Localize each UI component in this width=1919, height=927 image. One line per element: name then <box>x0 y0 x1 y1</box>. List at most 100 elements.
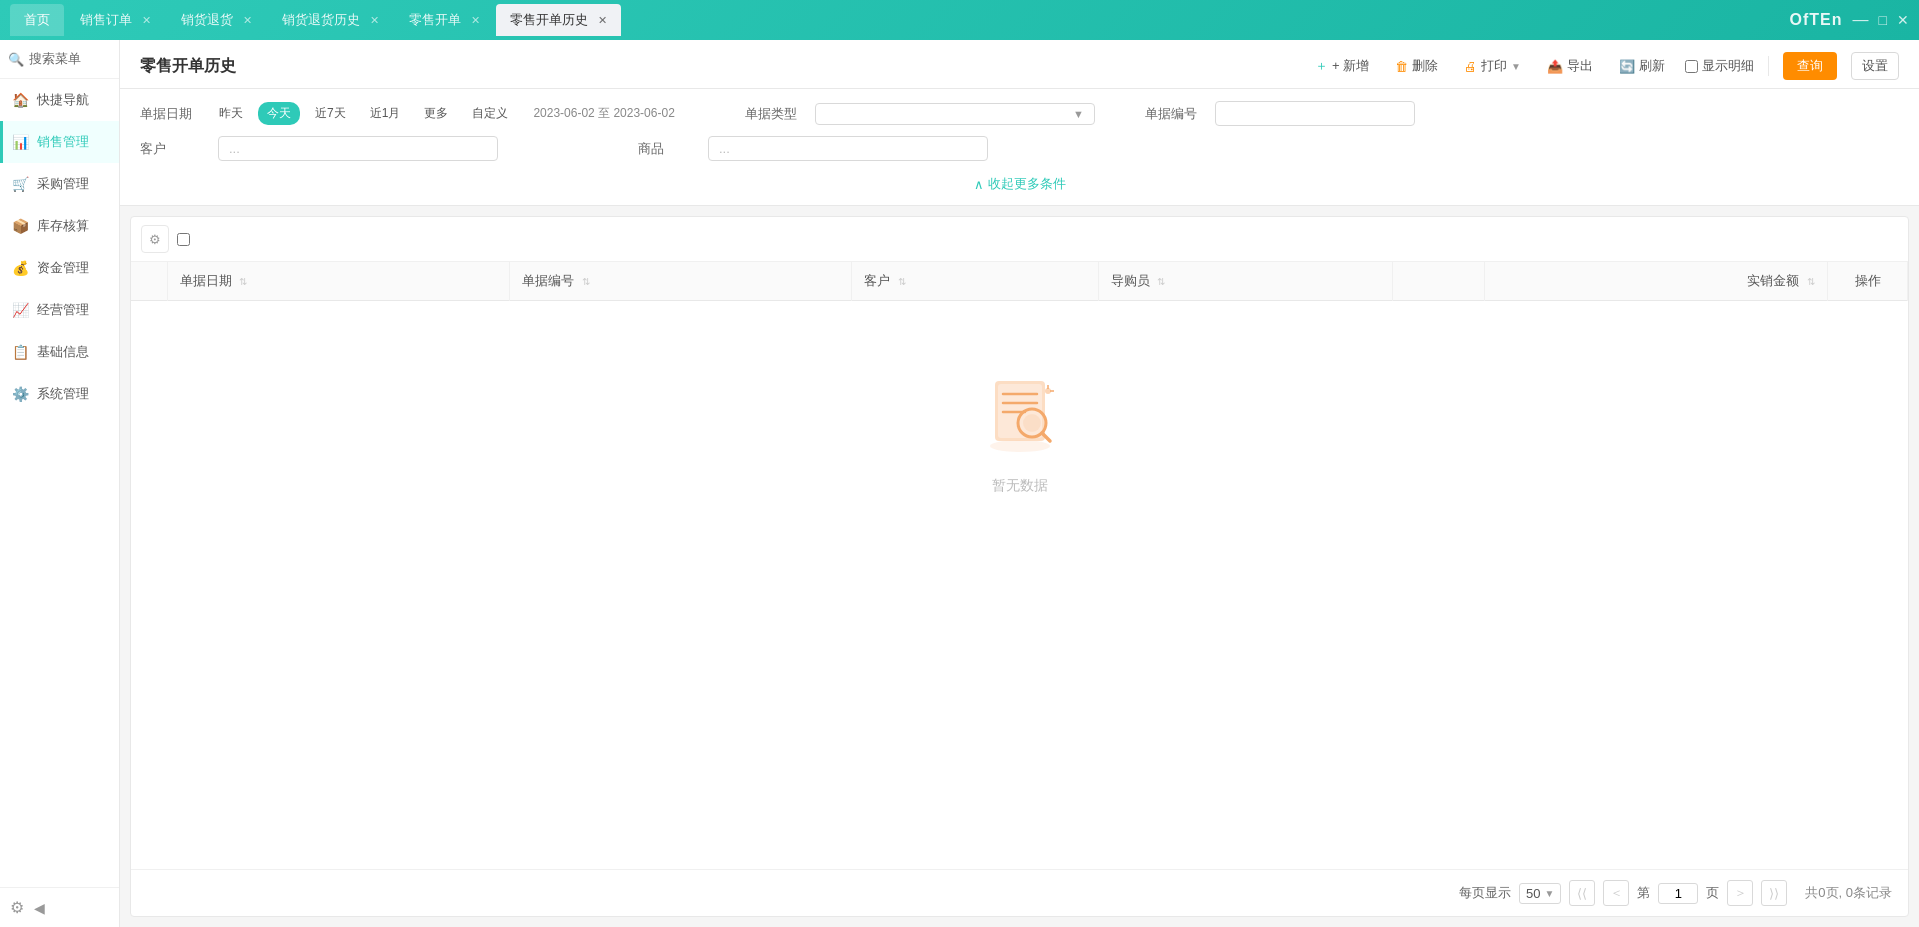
product-placeholder: ... <box>719 141 730 156</box>
sidebar-item-system[interactable]: ⚙️ 系统管理 <box>0 373 119 415</box>
close-icon[interactable]: ✕ <box>471 14 480 27</box>
sidebar-item-sales[interactable]: 📊 销售管理 <box>0 121 119 163</box>
show-detail-label: 显示明细 <box>1702 57 1754 75</box>
customer-placeholder: ... <box>229 141 240 156</box>
customer-select[interactable]: ... <box>218 136 498 161</box>
tab-sales-return-history-label: 销货退货历史 <box>282 11 360 29</box>
collapse-up-icon: ∧ <box>974 177 984 192</box>
sidebar-item-purchase-label: 采购管理 <box>37 175 89 193</box>
tab-retail-history[interactable]: 零售开单历史 ✕ <box>496 4 621 36</box>
collapse-button[interactable]: ∧ 收起更多条件 <box>974 175 1066 193</box>
top-bar: 首页 销售订单 ✕ 销货退货 ✕ 销货退货历史 ✕ 零售开单 ✕ 零售开单历史 … <box>0 0 1919 40</box>
finance-icon: 💰 <box>11 259 29 277</box>
date-btn-more[interactable]: 更多 <box>415 102 457 125</box>
th-date-label: 单据日期 <box>180 273 232 288</box>
sidebar-search[interactable]: 🔍 搜索菜单 <box>0 40 119 79</box>
date-btn-1month[interactable]: 近1月 <box>361 102 410 125</box>
select-all-checkbox[interactable] <box>177 233 190 246</box>
delete-button[interactable]: 🗑 删除 <box>1389 53 1444 79</box>
search-label: 搜索菜单 <box>29 50 81 68</box>
order-no-label: 单据编号 <box>1145 105 1205 123</box>
th-customer-label: 客户 <box>864 273 890 288</box>
window-controls: OfTEn — □ ✕ <box>1790 11 1909 29</box>
delete-icon: 🗑 <box>1395 59 1408 74</box>
close-button[interactable]: ✕ <box>1897 12 1909 28</box>
sales-icon: 📊 <box>11 133 29 151</box>
per-page-label: 每页显示 <box>1459 884 1511 902</box>
sort-icon-order-no: ⇅ <box>582 276 590 287</box>
query-button[interactable]: 查询 <box>1783 52 1837 80</box>
th-customer[interactable]: 客户 ⇅ <box>852 262 1098 301</box>
date-btn-7days[interactable]: 近7天 <box>306 102 355 125</box>
column-settings-button[interactable]: ⚙ <box>141 225 169 253</box>
sidebar-bottom: ⚙ ◀ <box>0 887 119 927</box>
sidebar: 🔍 搜索菜单 🏠 快捷导航 📊 销售管理 🛒 采购管理 📦 库存核算 💰 资金管… <box>0 40 120 927</box>
search-icon: 🔍 <box>8 52 24 67</box>
show-detail-checkbox[interactable]: 显示明细 <box>1685 57 1754 75</box>
sidebar-item-inventory[interactable]: 📦 库存核算 <box>0 205 119 247</box>
th-checkbox <box>131 262 167 301</box>
per-page-select[interactable]: 50 ▼ <box>1519 883 1561 904</box>
export-button[interactable]: 📤 导出 <box>1541 53 1599 79</box>
close-icon[interactable]: ✕ <box>142 14 151 27</box>
last-page-button[interactable]: ⟩⟩ <box>1761 880 1787 906</box>
date-btn-custom[interactable]: 自定义 <box>463 102 517 125</box>
sidebar-item-basic-info[interactable]: 📋 基础信息 <box>0 331 119 373</box>
close-icon[interactable]: ✕ <box>243 14 252 27</box>
order-no-input[interactable] <box>1215 101 1415 126</box>
tab-home[interactable]: 首页 <box>10 4 64 36</box>
sidebar-item-purchase[interactable]: 🛒 采购管理 <box>0 163 119 205</box>
print-icon: 🖨 <box>1464 59 1477 74</box>
page-header: 零售开单历史 ＋ + 新增 🗑 删除 🖨 打印 ▼ 📤 导出 <box>120 40 1919 89</box>
sidebar-item-quick-nav[interactable]: 🏠 快捷导航 <box>0 79 119 121</box>
collapse-label: 收起更多条件 <box>988 175 1066 193</box>
sidebar-collapse-icon[interactable]: ◀ <box>34 900 45 916</box>
th-salesperson[interactable]: 导购员 ⇅ <box>1098 262 1392 301</box>
tab-sales-return[interactable]: 销货退货 ✕ <box>167 4 266 36</box>
next-page-button[interactable]: ＞ <box>1727 880 1753 906</box>
th-real-amount[interactable]: 实销金额 ⇅ <box>1485 262 1828 301</box>
type-select[interactable]: ▼ <box>815 103 1095 125</box>
th-date[interactable]: 单据日期 ⇅ <box>167 262 509 301</box>
date-btn-yesterday[interactable]: 昨天 <box>210 102 252 125</box>
brand-name: OfTEn <box>1790 11 1843 29</box>
minimize-button[interactable]: — <box>1853 11 1869 29</box>
type-label: 单据类型 <box>745 105 805 123</box>
tab-retail-open[interactable]: 零售开单 ✕ <box>395 4 494 36</box>
data-table: 单据日期 ⇅ 单据编号 ⇅ 客户 ⇅ <box>131 262 1908 869</box>
refresh-button[interactable]: 🔄 刷新 <box>1613 53 1671 79</box>
new-button[interactable]: ＋ + 新增 <box>1309 53 1375 79</box>
svg-point-0 <box>990 440 1050 452</box>
close-icon[interactable]: ✕ <box>598 14 607 27</box>
records-table: 单据日期 ⇅ 单据编号 ⇅ 客户 ⇅ <box>131 262 1908 301</box>
th-order-no[interactable]: 单据编号 ⇅ <box>509 262 851 301</box>
print-label: 打印 <box>1481 57 1507 75</box>
sidebar-item-operations[interactable]: 📈 经营管理 <box>0 289 119 331</box>
maximize-button[interactable]: □ <box>1879 12 1887 28</box>
print-button[interactable]: 🖨 打印 ▼ <box>1458 53 1527 79</box>
tab-sales-order-label: 销售订单 <box>80 11 132 29</box>
settings-button[interactable]: 设置 <box>1851 52 1899 80</box>
purchase-icon: 🛒 <box>11 175 29 193</box>
date-range-display: 2023-06-02 至 2023-06-02 <box>533 105 674 122</box>
date-btn-today[interactable]: 今天 <box>258 102 300 125</box>
page-label: 页 <box>1706 884 1719 902</box>
first-page-button[interactable]: ⟨⟨ <box>1569 880 1595 906</box>
sort-icon-date: ⇅ <box>239 276 247 287</box>
sidebar-item-system-label: 系统管理 <box>37 385 89 403</box>
product-select[interactable]: ... <box>708 136 988 161</box>
sidebar-item-finance[interactable]: 💰 资金管理 <box>0 247 119 289</box>
date-label: 单据日期 <box>140 105 200 123</box>
system-icon: ⚙️ <box>11 385 29 403</box>
close-icon[interactable]: ✕ <box>370 14 379 27</box>
table-toolbar: ⚙ <box>131 217 1908 262</box>
tab-sales-order[interactable]: 销售订单 ✕ <box>66 4 165 36</box>
prev-page-button[interactable]: ＜ <box>1603 880 1629 906</box>
tab-bar: 首页 销售订单 ✕ 销货退货 ✕ 销货退货历史 ✕ 零售开单 ✕ 零售开单历史 … <box>10 4 1790 36</box>
current-page-input[interactable] <box>1658 883 1698 904</box>
sidebar-settings-icon[interactable]: ⚙ <box>10 898 24 917</box>
th-amount[interactable] <box>1393 262 1485 301</box>
detail-checkbox-input[interactable] <box>1685 60 1698 73</box>
tab-sales-return-history[interactable]: 销货退货历史 ✕ <box>268 4 393 36</box>
sort-icon-salesperson: ⇅ <box>1157 276 1165 287</box>
